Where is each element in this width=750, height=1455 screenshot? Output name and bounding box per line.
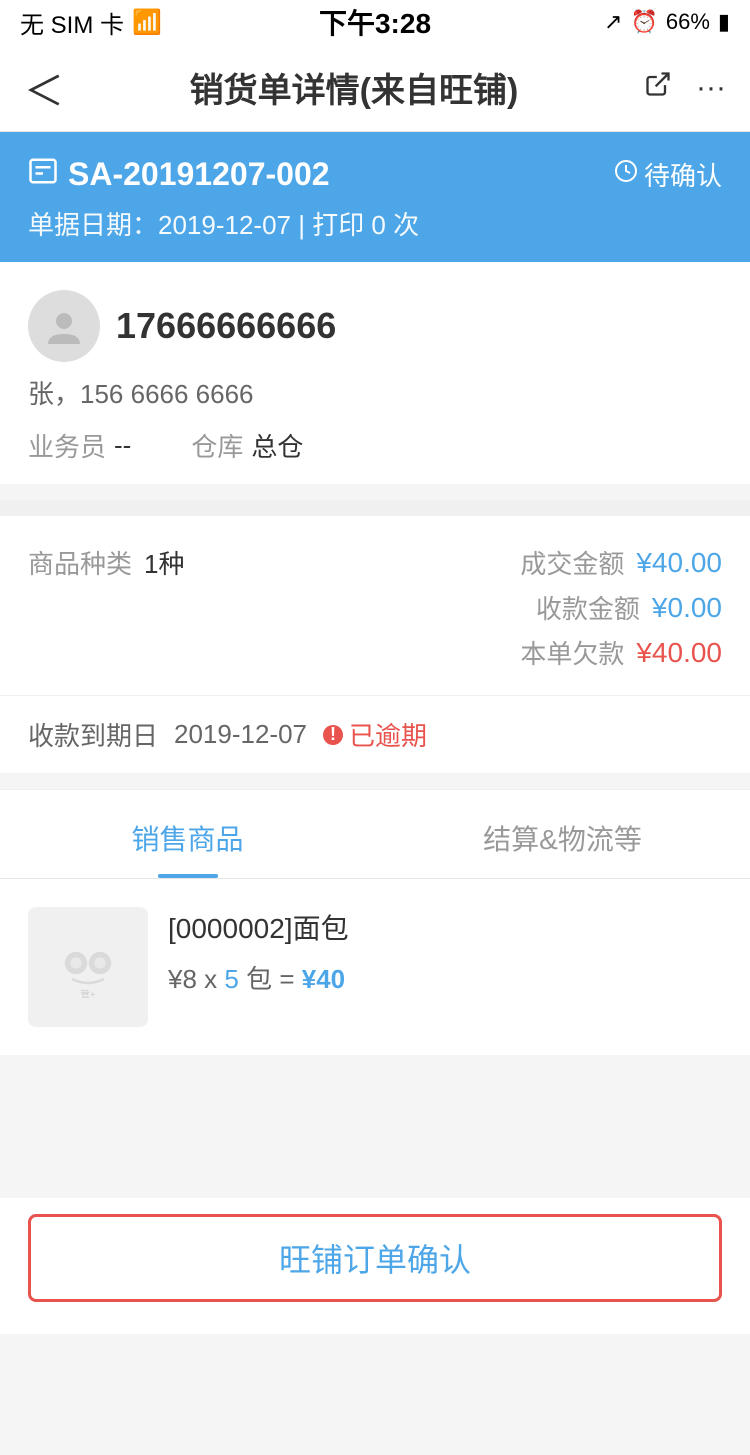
received-row: 收款金额 ¥0.00 [536, 589, 722, 626]
tabs-container: 销售商品 结算&物流等 管+ [0000002]面包 ¥8 x 5 包 = [0, 789, 750, 1055]
overdue-icon: ! [323, 725, 343, 745]
category-label: 商品种类 [28, 544, 132, 581]
summary-left: 商品种类 1种 [28, 544, 184, 581]
order-header-card: SA-20191207-002 待确认 单据日期：2019-12-07 | 打印… [0, 132, 750, 262]
received-value: ¥0.00 [652, 592, 722, 624]
summary-card: 商品种类 1种 成交金额 ¥40.00 收款金额 ¥0.00 本单欠款 ¥40.… [0, 516, 750, 695]
bottom-bar: 旺铺订单确认 [0, 1198, 750, 1334]
customer-card: 17666666666 张，156 6666 6666 业务员 -- 仓库 总仓 [0, 262, 750, 484]
product-quantity: 5 [224, 964, 238, 994]
debt-value: ¥40.00 [636, 637, 722, 669]
due-date-row: 收款到期日 2019-12-07 ! 已逾期 [0, 695, 750, 773]
product-image: 管+ [28, 907, 148, 1027]
sales-meta: 业务员 -- [28, 427, 131, 464]
tab-sales-product[interactable]: 销售商品 [0, 790, 375, 878]
sales-label: 业务员 [28, 427, 106, 464]
back-button[interactable]: ＜ [24, 59, 64, 117]
price-equals: = [279, 964, 301, 994]
amount-value: ¥40.00 [636, 547, 722, 579]
warehouse-meta: 仓库 总仓 [191, 427, 303, 464]
due-date-label: 收款到期日 [28, 716, 158, 753]
avatar [28, 290, 100, 362]
customer-name: 张，156 6666 6666 [28, 374, 722, 411]
product-unit: 包 [246, 964, 272, 994]
battery-icon: ▮ [718, 9, 730, 35]
product-name: [0000002]面包 [168, 907, 722, 947]
order-status: 待确认 [614, 156, 722, 193]
share-icon[interactable] [644, 70, 672, 106]
sales-value: -- [114, 430, 131, 461]
customer-top: 17666666666 [28, 290, 722, 362]
amount-row: 成交金额 ¥40.00 [520, 544, 722, 581]
overdue-badge: ! 已逾期 [323, 716, 427, 753]
carrier-text: 无 SIM 卡 [20, 5, 124, 40]
more-icon[interactable]: ··· [696, 71, 726, 105]
amount-label: 成交金额 [520, 544, 624, 581]
svg-text:管+: 管+ [80, 988, 96, 1000]
summary-right: 成交金额 ¥40.00 收款金额 ¥0.00 本单欠款 ¥40.00 [520, 544, 722, 671]
product-price-row: ¥8 x 5 包 = ¥40 [168, 959, 722, 996]
location-icon: ↗ [604, 9, 622, 35]
summary-row: 商品种类 1种 成交金额 ¥40.00 收款金额 ¥0.00 本单欠款 ¥40.… [28, 544, 722, 671]
order-header-top: SA-20191207-002 待确认 [28, 156, 722, 193]
customer-phone: 17666666666 [116, 305, 336, 347]
product-total: ¥40 [302, 964, 345, 994]
order-id: SA-20191207-002 [28, 156, 330, 193]
debt-row: 本单欠款 ¥40.00 [520, 634, 722, 671]
warehouse-label: 仓库 [191, 427, 243, 464]
category-value: 1种 [144, 544, 184, 581]
nav-right: ··· [644, 70, 726, 106]
customer-meta: 业务员 -- 仓库 总仓 [28, 427, 722, 464]
clock-icon [614, 159, 638, 190]
product-item: 管+ [0000002]面包 ¥8 x 5 包 = ¥40 [0, 879, 750, 1055]
product-info: [0000002]面包 ¥8 x 5 包 = ¥40 [168, 907, 722, 996]
nav-bar: ＜ 销货单详情(来自旺铺) ··· [0, 44, 750, 132]
tab-settlement[interactable]: 结算&物流等 [375, 790, 750, 878]
overdue-text: 已逾期 [349, 716, 427, 753]
battery-text: 66% [666, 9, 710, 35]
price-multiply: x [204, 964, 224, 994]
alarm-icon: ⏰ [630, 9, 657, 35]
order-date: 单据日期：2019-12-07 | 打印 0 次 [28, 205, 722, 242]
nav-left: ＜ [24, 59, 64, 117]
page-title: 销货单详情(来自旺铺) [190, 63, 519, 112]
wifi-icon: 📶 [132, 8, 162, 37]
warehouse-value: 总仓 [251, 427, 303, 464]
status-bar-right: ↗ ⏰ 66% ▮ [604, 9, 730, 35]
price-per-unit: ¥8 [168, 964, 197, 994]
status-bar: 无 SIM 卡 📶 下午3:28 ↗ ⏰ 66% ▮ [0, 0, 750, 44]
status-bar-left: 无 SIM 卡 📶 [20, 5, 162, 40]
debt-label: 本单欠款 [520, 634, 624, 671]
received-label: 收款金额 [536, 589, 640, 626]
tabs-header: 销售商品 结算&物流等 [0, 790, 750, 879]
confirm-order-button[interactable]: 旺铺订单确认 [28, 1214, 722, 1302]
order-icon [28, 156, 58, 193]
due-date-value: 2019-12-07 [174, 719, 307, 750]
divider-1 [0, 500, 750, 516]
status-text: 待确认 [644, 156, 722, 193]
order-number: SA-20191207-002 [68, 156, 330, 193]
status-bar-time: 下午3:28 [319, 2, 431, 42]
